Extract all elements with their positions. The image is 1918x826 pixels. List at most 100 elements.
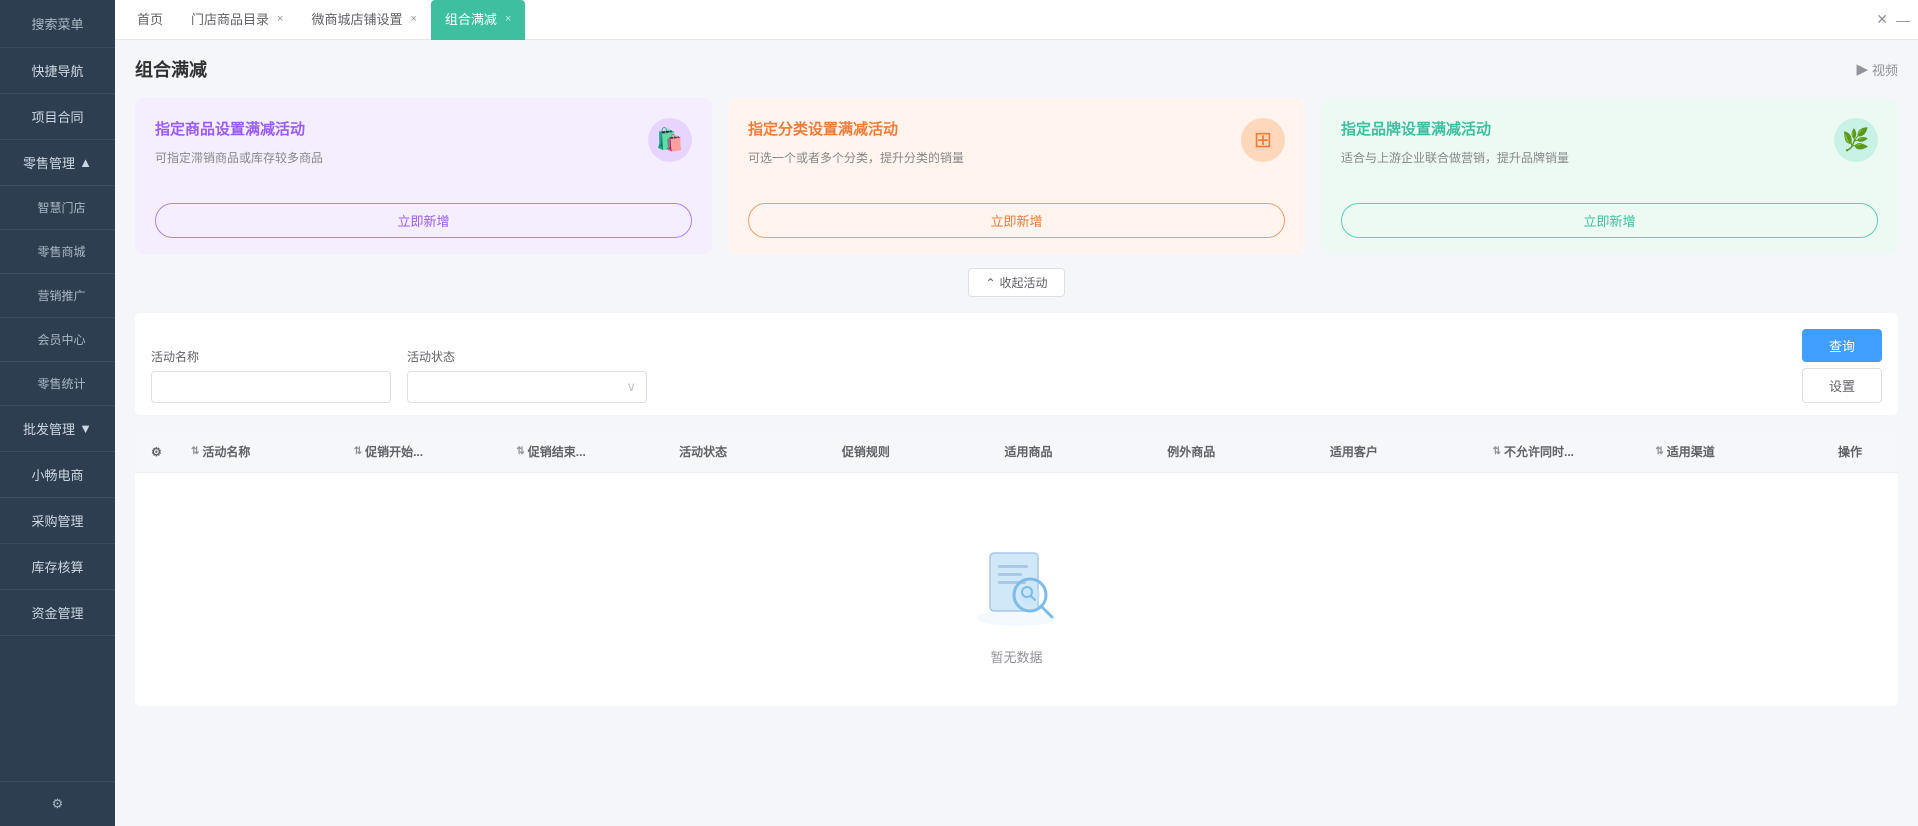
sidebar-item-purchase-mgmt[interactable]: 采购管理: [0, 498, 115, 544]
th-gear[interactable]: ⚙: [143, 445, 183, 459]
th-activity-status: 活动状态: [671, 443, 834, 460]
th-promo-start: ⇅ 促销开始...: [346, 443, 509, 460]
tab-store-catalog-close[interactable]: ×: [277, 13, 283, 25]
tab-bar: 首页 门店商品目录 × 微商城店铺设置 × 组合满减 × ✕ —: [115, 0, 1918, 40]
activity-name-input[interactable]: [151, 371, 391, 403]
search-actions: 查询 设置: [1802, 329, 1882, 403]
activity-name-label: 活动名称: [151, 348, 391, 365]
card-product-add-btn[interactable]: 立即新增: [155, 203, 692, 238]
sidebar-item-project-contract[interactable]: 项目合同: [0, 94, 115, 140]
th-activity-name: ⇅ 活动名称: [183, 443, 346, 460]
activity-status-select[interactable]: ∨: [407, 371, 647, 403]
sidebar-item-marketing[interactable]: 营销推广: [0, 274, 115, 318]
sidebar-item-fund-mgmt[interactable]: 资金管理: [0, 590, 115, 636]
th-applicable-channel: ⇅ 适用渠道: [1647, 443, 1810, 460]
card-category-desc: 可选一个或者多个分类，提升分类的销量: [748, 149, 1285, 185]
activity-status-label: 活动状态: [407, 348, 647, 365]
collapse-bar: ⌃ 收起活动: [135, 268, 1898, 297]
card-product-desc: 可指定滞销商品或库存较多商品: [155, 149, 692, 185]
card-brand-add-btn[interactable]: 立即新增: [1341, 203, 1878, 238]
settings-button[interactable]: 设置: [1802, 368, 1882, 403]
tab-wechat-store-label: 微商城店铺设置: [311, 9, 402, 28]
tab-combo-discount-close[interactable]: ×: [505, 13, 511, 25]
main-content: 首页 门店商品目录 × 微商城店铺设置 × 组合满减 × ✕ — 组合满减 ▶ …: [115, 0, 1918, 826]
sidebar-item-xiaochange-ecom[interactable]: 小畅电商: [0, 452, 115, 498]
th-promo-rule: 促销规则: [834, 443, 997, 460]
table-header: ⚙ ⇅ 活动名称 ⇅ 促销开始... ⇅ 促销结束... 活动状态: [135, 431, 1898, 473]
th-applicable-channel-label: 适用渠道: [1667, 443, 1715, 460]
sidebar-item-quick-nav[interactable]: 快捷导航: [0, 48, 115, 94]
th-operation-label: 操作: [1838, 443, 1862, 460]
activity-status-field: 活动状态 ∨: [407, 348, 647, 403]
play-circle-icon: ▶: [1856, 60, 1868, 78]
sort-icon-activity-name[interactable]: ⇅: [191, 446, 199, 457]
sidebar-item-retail-mall[interactable]: 零售商城: [0, 230, 115, 274]
sidebar-item-wholesale-mgmt[interactable]: 批发管理 ▼: [0, 406, 115, 452]
arrow-down-icon: ▼: [79, 421, 92, 436]
th-promo-end-label: 促销结束...: [528, 443, 586, 460]
window-close-icon[interactable]: ✕: [1876, 11, 1888, 28]
empty-state: 暂无数据: [135, 473, 1898, 706]
empty-text: 暂无数据: [990, 647, 1042, 666]
th-activity-status-label: 活动状态: [679, 443, 727, 460]
settings-icon: ⚙: [52, 796, 64, 811]
tab-wechat-store-settings[interactable]: 微商城店铺设置 ×: [297, 0, 430, 40]
th-no-concurrent-label: 不允许同时...: [1504, 443, 1574, 460]
card-category-title: 指定分类设置满减活动: [748, 118, 1285, 139]
th-promo-rule-label: 促销规则: [842, 443, 890, 460]
sort-icon-promo-start[interactable]: ⇅: [354, 446, 362, 457]
collapse-activities-btn[interactable]: ⌃ 收起活动: [968, 268, 1064, 297]
th-applicable-customer: 适用客户: [1322, 443, 1485, 460]
gear-icon: ⚙: [151, 445, 162, 459]
sort-icon-no-concurrent[interactable]: ⇅: [1493, 446, 1501, 457]
card-product-title: 指定商品设置满减活动: [155, 118, 692, 139]
th-operation: 操作: [1810, 443, 1890, 460]
page-content: 组合满减 ▶ 视频 🛍️ 指定商品设置满减活动 可指定滞销商品或库存较多商品 立…: [115, 40, 1918, 826]
chevron-down-icon: ∨: [626, 379, 636, 395]
sidebar-item-retail-mgmt[interactable]: 零售管理 ▲: [0, 140, 115, 186]
brand-discount-icon: 🌿: [1834, 118, 1878, 162]
collapse-up-icon: ⌃: [985, 276, 995, 290]
empty-illustration: [962, 533, 1072, 633]
video-link[interactable]: ▶ 视频: [1856, 60, 1898, 79]
tab-store-catalog[interactable]: 门店商品目录 ×: [177, 0, 297, 40]
video-label: 视频: [1872, 60, 1898, 79]
retail-mgmt-label: 零售管理: [23, 153, 75, 172]
sidebar-item-member-center[interactable]: 会员中心: [0, 318, 115, 362]
card-brand-desc: 适合与上游企业联合做营销，提升品牌销量: [1341, 149, 1878, 185]
sidebar-search[interactable]: 搜索菜单: [0, 0, 115, 48]
page-title: 组合满减: [135, 56, 207, 82]
th-activity-name-label: 活动名称: [202, 443, 250, 460]
query-button[interactable]: 查询: [1802, 329, 1882, 362]
tab-combo-discount[interactable]: 组合满减 ×: [431, 0, 525, 40]
collapse-btn-label: 收起活动: [1000, 274, 1048, 291]
category-discount-icon: ⊞: [1241, 118, 1285, 162]
card-brand-title: 指定品牌设置满减活动: [1341, 118, 1878, 139]
sidebar-item-inventory-calc[interactable]: 库存核算: [0, 544, 115, 590]
sort-icon-promo-end[interactable]: ⇅: [516, 446, 524, 457]
tab-wechat-store-close[interactable]: ×: [410, 13, 416, 25]
tab-home[interactable]: 首页: [123, 0, 177, 40]
card-category-discount: ⊞ 指定分类设置满减活动 可选一个或者多个分类，提升分类的销量 立即新增: [728, 98, 1305, 254]
th-no-concurrent: ⇅ 不允许同时...: [1485, 443, 1648, 460]
sidebar-settings[interactable]: ⚙: [0, 781, 115, 826]
search-bar: 活动名称 活动状态 ∨ 查询 设置: [135, 313, 1898, 415]
activity-name-field: 活动名称: [151, 348, 391, 403]
wholesale-mgmt-label: 批发管理: [23, 419, 75, 438]
page-header: 组合满减 ▶ 视频: [135, 56, 1898, 82]
th-promo-start-label: 促销开始...: [365, 443, 423, 460]
tab-store-catalog-label: 门店商品目录: [191, 9, 269, 28]
th-applicable-goods-label: 适用商品: [1005, 443, 1053, 460]
sort-icon-applicable-channel[interactable]: ⇅: [1655, 446, 1663, 457]
th-applicable-goods: 适用商品: [997, 443, 1160, 460]
th-promo-end: ⇅ 促销结束...: [508, 443, 671, 460]
th-applicable-customer-label: 适用客户: [1330, 443, 1378, 460]
tab-home-label: 首页: [137, 9, 163, 28]
card-product-discount: 🛍️ 指定商品设置满减活动 可指定滞销商品或库存较多商品 立即新增: [135, 98, 712, 254]
tab-combo-discount-label: 组合满减: [445, 9, 497, 28]
sidebar-item-smart-store[interactable]: 智慧门店: [0, 186, 115, 230]
window-minimize-icon[interactable]: —: [1896, 12, 1910, 28]
sidebar-item-retail-stats[interactable]: 零售统计: [0, 362, 115, 406]
card-category-add-btn[interactable]: 立即新增: [748, 203, 1285, 238]
table-container: ⚙ ⇅ 活动名称 ⇅ 促销开始... ⇅ 促销结束... 活动状态: [135, 431, 1898, 706]
